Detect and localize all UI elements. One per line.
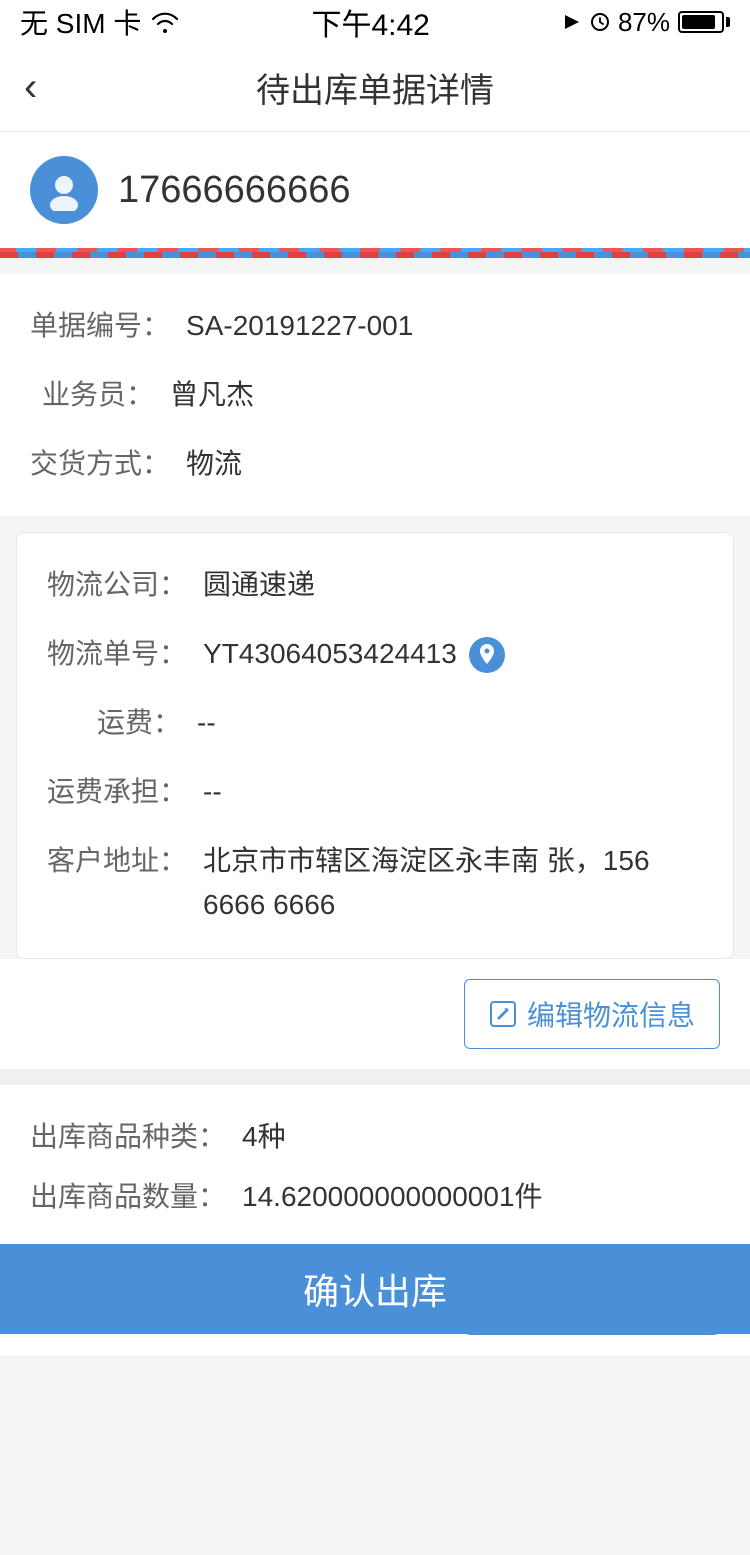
agent-value: 曾凡杰 xyxy=(170,373,720,418)
order-number-label: 单据编号： xyxy=(30,304,186,349)
delivery-label: 交货方式： xyxy=(30,442,186,487)
kind-value: 4种 xyxy=(242,1115,286,1155)
order-number-value: SA-20191227-001 xyxy=(186,304,720,349)
edit-btn-row: 编辑物流信息 xyxy=(0,959,750,1069)
freight-label: 运费： xyxy=(47,701,197,746)
agent-label: 业务员： xyxy=(30,373,170,418)
location-arrow-icon xyxy=(562,12,582,32)
freight-row: 运费： -- xyxy=(47,701,703,746)
logistics-company-value: 圆通速递 xyxy=(203,563,703,608)
clock-icon xyxy=(590,12,610,32)
logistics-company-label: 物流公司： xyxy=(47,563,203,608)
freight-bearer-value: -- xyxy=(203,770,703,815)
dashed-divider xyxy=(0,252,750,258)
tracking-location-icon[interactable] xyxy=(469,637,505,673)
back-button[interactable]: ‹ xyxy=(24,65,37,110)
delivery-value: 物流 xyxy=(186,442,720,487)
freight-value: -- xyxy=(197,701,703,746)
kind-label: 出库商品种类： xyxy=(30,1115,242,1155)
wifi-icon xyxy=(151,11,179,33)
battery-text: 87% xyxy=(618,7,670,38)
status-time: 下午4:42 xyxy=(311,0,429,44)
page-title: 待出库单据详情 xyxy=(256,63,494,112)
logistics-card: 物流公司： 圆通速递 物流单号： YT43064053424413 运费： --… xyxy=(16,532,734,959)
quantity-label: 出库商品数量： xyxy=(30,1175,242,1215)
avatar-icon xyxy=(43,169,85,211)
empty-area xyxy=(0,1355,750,1555)
order-number-row: 单据编号： SA-20191227-001 xyxy=(30,304,720,349)
status-right: 87% xyxy=(562,7,730,38)
stats-section: 出库商品种类： 4种 出库商品数量： 14.620000000000001件 xyxy=(0,1085,750,1245)
edit-icon xyxy=(489,1000,517,1028)
section-divider xyxy=(0,1069,750,1085)
agent-row: 业务员： 曾凡杰 xyxy=(30,373,720,418)
quantity-value: 14.620000000000001件 xyxy=(242,1175,543,1215)
logistics-company-row: 物流公司： 圆通速递 xyxy=(47,563,703,608)
confirm-button[interactable]: 确认出库 xyxy=(0,1244,750,1334)
confirm-button-label: 确认出库 xyxy=(303,1263,447,1315)
address-value: 北京市市辖区海淀区永丰南 张，156 6666 6666 xyxy=(203,839,703,929)
customer-header: 17666666666 xyxy=(0,132,750,252)
logistics-tracking-value: YT43064053424413 xyxy=(203,632,703,677)
logistics-tracking-row: 物流单号： YT43064053424413 xyxy=(47,632,703,677)
status-bar: 无 SIM 卡 下午4:42 87% xyxy=(0,0,750,44)
logistics-tracking-label: 物流单号： xyxy=(47,632,203,677)
quantity-row: 出库商品数量： 14.620000000000001件 xyxy=(30,1175,720,1215)
address-label: 客户地址： xyxy=(47,839,203,884)
carrier-text: 无 SIM 卡 xyxy=(20,2,141,42)
delivery-row: 交货方式： 物流 xyxy=(30,442,720,487)
status-carrier: 无 SIM 卡 xyxy=(20,2,179,42)
freight-bearer-label: 运费承担： xyxy=(47,770,203,815)
kind-row: 出库商品种类： 4种 xyxy=(30,1115,720,1155)
order-info-section: 单据编号： SA-20191227-001 业务员： 曾凡杰 交货方式： 物流 xyxy=(0,274,750,516)
edit-logistics-button[interactable]: 编辑物流信息 xyxy=(464,979,720,1049)
avatar xyxy=(30,156,98,224)
customer-phone: 17666666666 xyxy=(118,169,350,212)
freight-bearer-row: 运费承担： -- xyxy=(47,770,703,815)
battery-icon xyxy=(678,11,730,33)
nav-bar: ‹ 待出库单据详情 xyxy=(0,44,750,132)
address-row: 客户地址： 北京市市辖区海淀区永丰南 张，156 6666 6666 xyxy=(47,839,703,929)
